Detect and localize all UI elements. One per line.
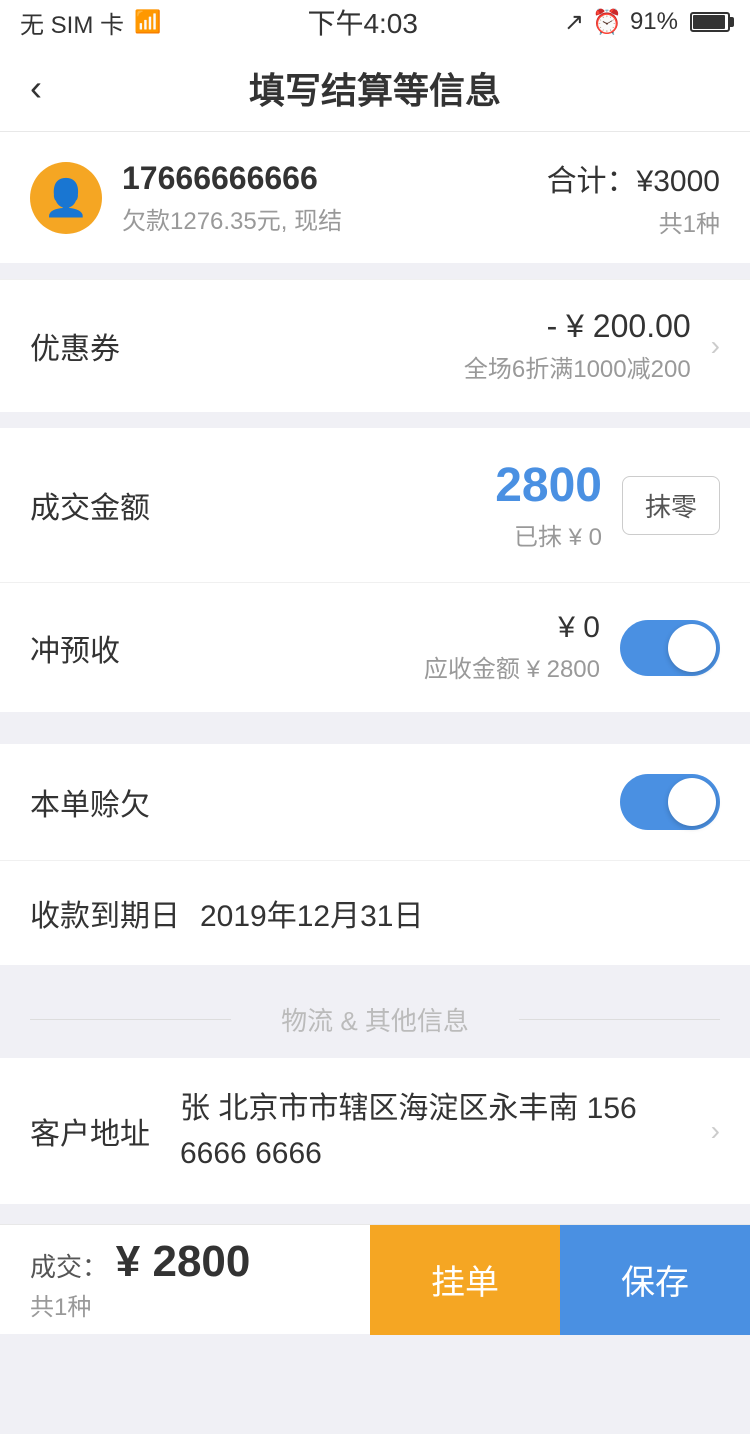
prepay-row: 冲预收 ¥ 0 应收金额 ¥ 2800 bbox=[0, 582, 750, 712]
coupon-label: 优惠券 bbox=[30, 324, 120, 368]
amount-value: 2800 bbox=[495, 458, 602, 513]
coupon-discount: - ¥ 200.00 bbox=[464, 308, 691, 345]
address-value: 张 北京市市辖区海淀区永丰南 156 6666 6666 bbox=[180, 1086, 701, 1176]
prepay-sub: 应收金额 ¥ 2800 bbox=[424, 649, 600, 684]
user-info: 17666666666 欠款1276.35元, 现结 bbox=[122, 160, 342, 236]
amount-value-wrap: 2800 已抹 ¥ 0 bbox=[495, 458, 602, 552]
prepay-toggle[interactable] bbox=[620, 620, 720, 676]
status-right: ↗ ⏰ 91% bbox=[564, 8, 730, 37]
coupon-desc: 全场6折满1000减200 bbox=[464, 349, 691, 384]
status-time: 下午4:03 bbox=[307, 2, 418, 42]
hold-button[interactable]: 挂单 bbox=[370, 1225, 560, 1335]
chevron-right-icon: › bbox=[711, 330, 720, 362]
debt-toggle[interactable] bbox=[620, 774, 720, 830]
user-sub-text: 欠款1276.35元, 现结 bbox=[122, 201, 342, 236]
summary-amount: ¥ 2800 bbox=[116, 1237, 251, 1286]
round-button[interactable]: 抹零 bbox=[622, 476, 720, 535]
summary-count: 共1种 bbox=[30, 1287, 340, 1322]
location-icon: ↗ bbox=[564, 8, 584, 37]
logistics-divider: 物流 & 其他信息 bbox=[0, 981, 750, 1058]
logistics-text: 物流 & 其他信息 bbox=[281, 1001, 469, 1038]
amount-right: 2800 已抹 ¥ 0 抹零 bbox=[495, 458, 720, 552]
nav-bar: ‹ 填写结算等信息 bbox=[0, 44, 750, 132]
bottom-summary: 成交： ¥ 2800 共1种 bbox=[0, 1237, 370, 1322]
coupon-content: - ¥ 200.00 全场6折满1000减200 bbox=[464, 308, 691, 384]
user-left: 👤 17666666666 欠款1276.35元, 现结 bbox=[30, 160, 342, 236]
summary-label: 成交： bbox=[30, 1252, 108, 1282]
address-chevron-icon: › bbox=[711, 1115, 720, 1147]
duedate-value: 2019年12月31日 bbox=[200, 891, 423, 935]
amount-sub: 已抹 ¥ 0 bbox=[514, 517, 602, 552]
status-bar: 无 SIM 卡 📶 下午4:03 ↗ ⏰ 91% bbox=[0, 0, 750, 44]
address-label: 客户地址 bbox=[30, 1109, 150, 1153]
duedate-row: 收款到期日 2019年12月31日 bbox=[0, 860, 750, 965]
coupon-row[interactable]: 优惠券 - ¥ 200.00 全场6折满1000减200 › bbox=[0, 279, 750, 412]
wifi-icon: 📶 bbox=[134, 9, 161, 35]
debt-row: 本单赊欠 bbox=[0, 744, 750, 860]
back-button[interactable]: ‹ bbox=[30, 67, 90, 109]
avatar-icon: 👤 bbox=[44, 177, 89, 219]
alarm-icon: ⏰ bbox=[592, 8, 622, 37]
user-right: 合计：¥3000 共1种 bbox=[547, 156, 720, 239]
address-row[interactable]: 客户地址 张 北京市市辖区海淀区永丰南 156 6666 6666 › bbox=[0, 1058, 750, 1204]
total-count: 共1种 bbox=[547, 204, 720, 239]
user-info-row: 👤 17666666666 欠款1276.35元, 现结 合计：¥3000 共1… bbox=[0, 132, 750, 263]
save-button[interactable]: 保存 bbox=[560, 1225, 750, 1335]
status-left: 无 SIM 卡 📶 bbox=[20, 5, 161, 40]
bottom-summary-label-row: 成交： ¥ 2800 bbox=[30, 1237, 340, 1287]
prepay-value: ¥ 0 bbox=[424, 611, 600, 645]
duedate-label: 收款到期日 bbox=[30, 891, 180, 935]
amount-section: 成交金额 2800 已抹 ¥ 0 抹零 冲预收 ¥ 0 应收金额 ¥ 2800 bbox=[0, 428, 750, 712]
user-phone: 17666666666 bbox=[122, 160, 342, 197]
battery-icon bbox=[690, 12, 730, 32]
coupon-right: - ¥ 200.00 全场6折满1000减200 › bbox=[464, 308, 720, 384]
section-divider-2 bbox=[0, 712, 750, 728]
prepay-label: 冲预收 bbox=[30, 626, 120, 670]
avatar: 👤 bbox=[30, 162, 102, 234]
logistics-line-left bbox=[30, 1019, 231, 1020]
prepay-value-wrap: ¥ 0 应收金额 ¥ 2800 bbox=[424, 611, 600, 684]
page-title: 填写结算等信息 bbox=[90, 62, 660, 114]
amount-row: 成交金额 2800 已抹 ¥ 0 抹零 bbox=[0, 428, 750, 582]
carrier-text: 无 SIM 卡 bbox=[20, 5, 124, 40]
total-amount: 合计：¥3000 bbox=[547, 156, 720, 200]
battery-percent: 91% bbox=[630, 8, 678, 36]
logistics-line-right bbox=[519, 1019, 720, 1020]
debt-label: 本单赊欠 bbox=[30, 780, 150, 824]
amount-label: 成交金额 bbox=[30, 483, 150, 527]
prepay-right: ¥ 0 应收金额 ¥ 2800 bbox=[424, 611, 720, 684]
section-divider-1 bbox=[0, 412, 750, 428]
bottom-bar: 成交： ¥ 2800 共1种 挂单 保存 bbox=[0, 1224, 750, 1334]
